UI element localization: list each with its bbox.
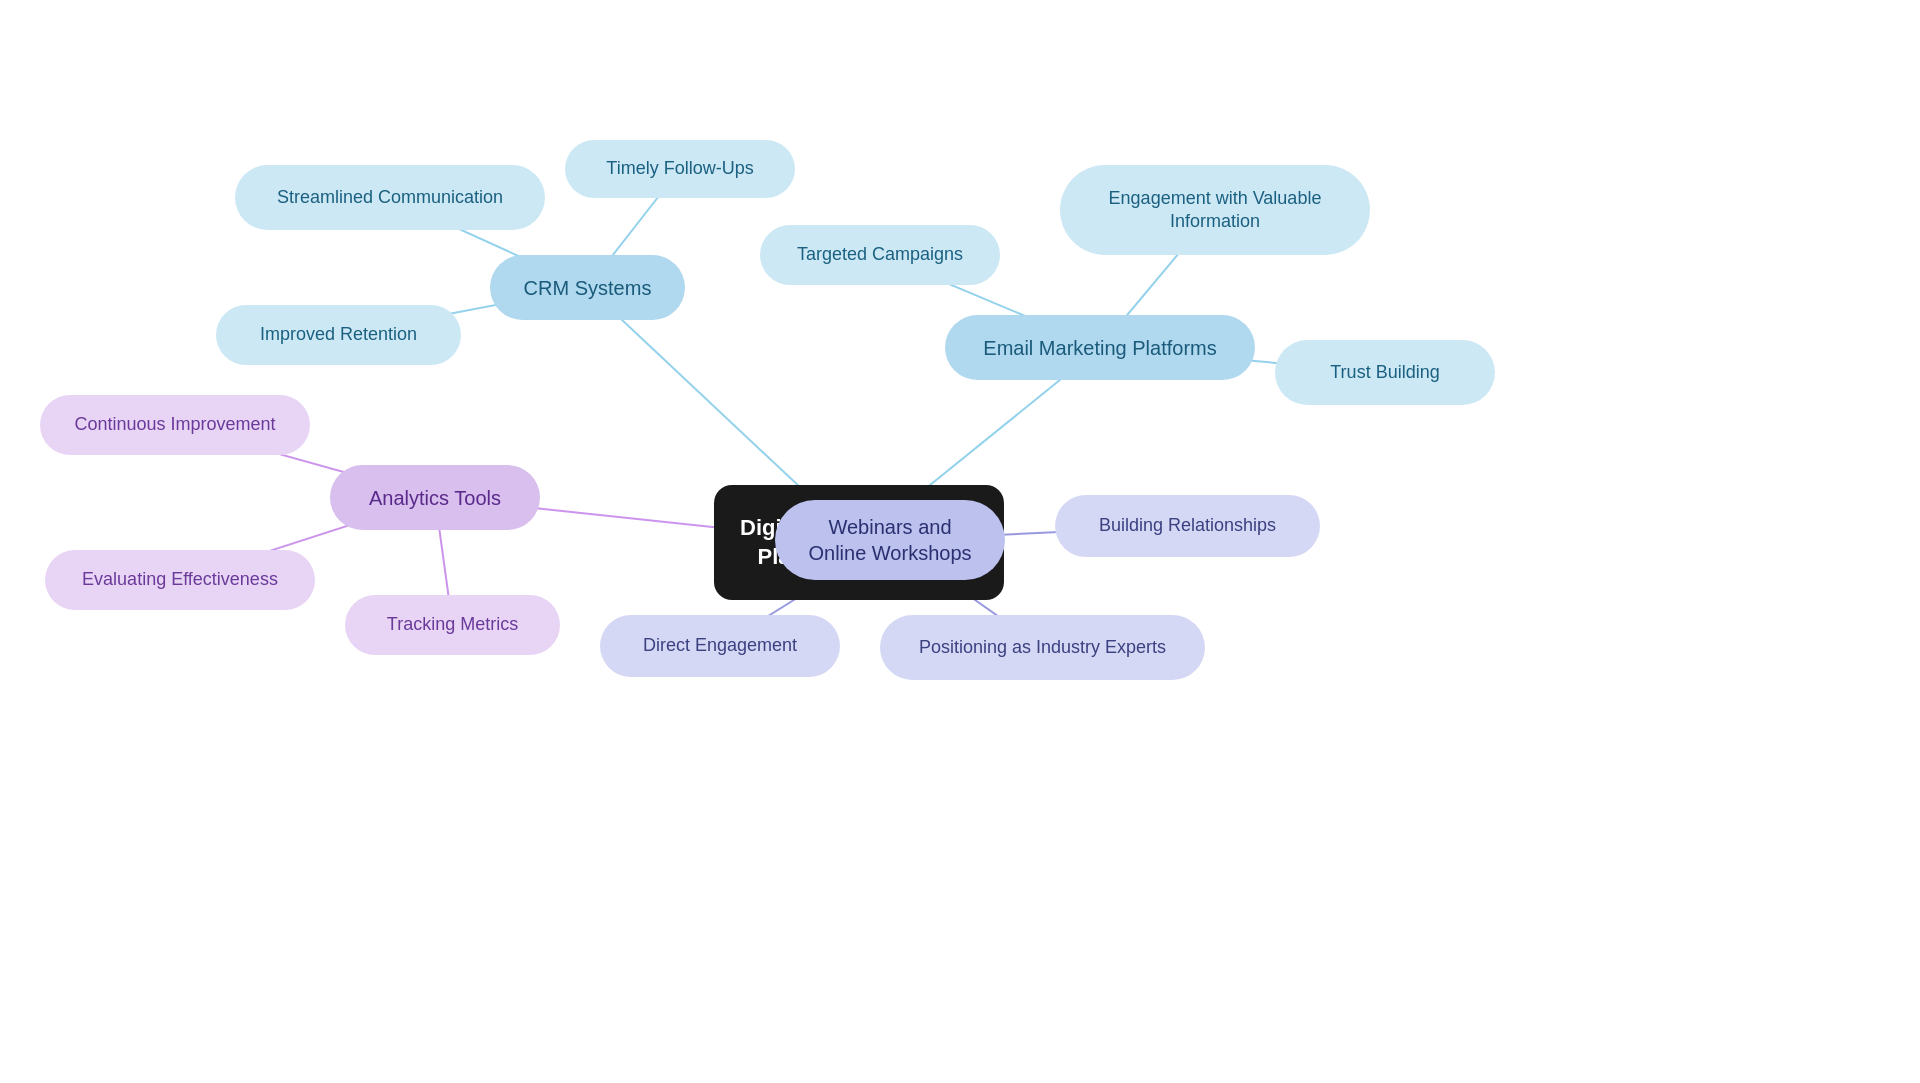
node-streamlined[interactable]: Streamlined Communication <box>235 165 545 230</box>
node-continuous[interactable]: Continuous Improvement <box>40 395 310 455</box>
node-email[interactable]: Email Marketing Platforms <box>945 315 1255 380</box>
node-engagement[interactable]: Engagement with Valuable Information <box>1060 165 1370 255</box>
node-positioning[interactable]: Positioning as Industry Experts <box>880 615 1205 680</box>
node-direct[interactable]: Direct Engagement <box>600 615 840 677</box>
node-crm[interactable]: CRM Systems <box>490 255 685 320</box>
node-tracking[interactable]: Tracking Metrics <box>345 595 560 655</box>
node-trust[interactable]: Trust Building <box>1275 340 1495 405</box>
node-webinars[interactable]: Webinars and Online Workshops <box>775 500 1005 580</box>
mind-map-container: Digital Tools for Estate Planning Market… <box>0 0 1920 1083</box>
node-evaluating[interactable]: Evaluating Effectiveness <box>45 550 315 610</box>
node-improved[interactable]: Improved Retention <box>216 305 461 365</box>
node-targeted[interactable]: Targeted Campaigns <box>760 225 1000 285</box>
node-building[interactable]: Building Relationships <box>1055 495 1320 557</box>
node-analytics[interactable]: Analytics Tools <box>330 465 540 530</box>
node-timely[interactable]: Timely Follow-Ups <box>565 140 795 198</box>
